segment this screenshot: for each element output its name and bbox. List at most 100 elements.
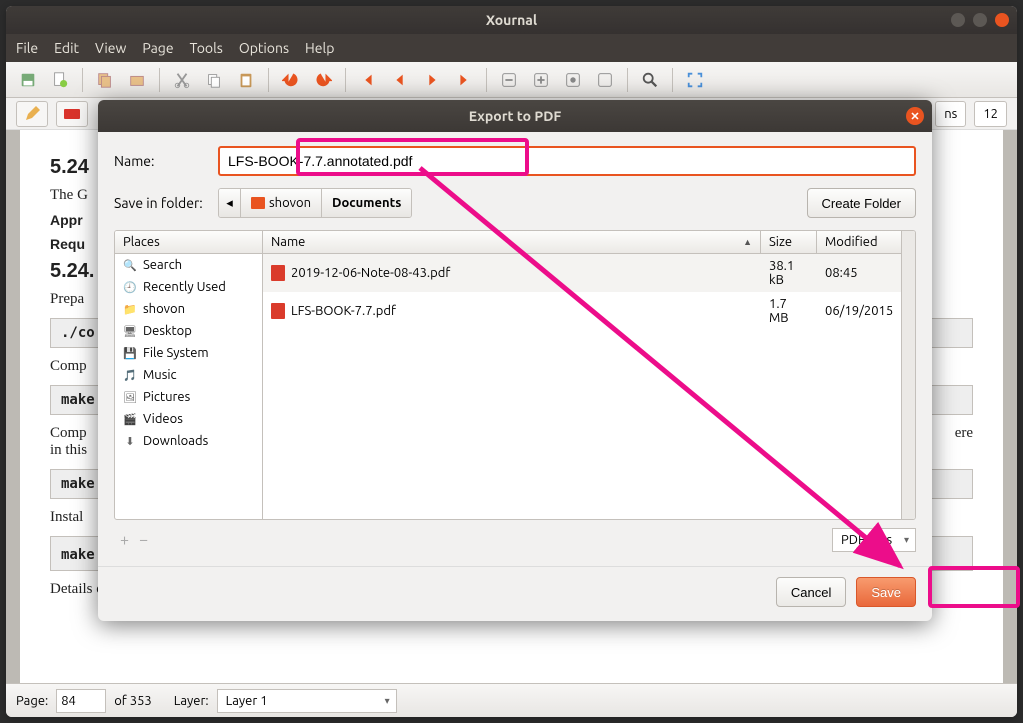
copy2-icon[interactable] xyxy=(200,66,228,94)
place-item[interactable]: 🔍 Search xyxy=(115,254,262,276)
statusbar: Page: 84 of 353 Layer: Layer 1 xyxy=(6,683,1017,717)
create-folder-button[interactable]: Create Folder xyxy=(807,188,916,218)
zoom-fit-icon[interactable] xyxy=(559,66,587,94)
first-page-icon[interactable] xyxy=(354,66,382,94)
dialog-actions: Cancel Save xyxy=(98,566,932,621)
page-spinbox[interactable]: 84 xyxy=(56,689,106,713)
file-browser: Places 🔍 Search 🕘Recently Used📁shovon 🖥 Desk… xyxy=(114,230,916,520)
pencil-tool-icon[interactable] xyxy=(16,101,48,127)
places-header: Places xyxy=(115,231,262,254)
folder-icon xyxy=(251,197,265,209)
place-item[interactable]: 🖼Pictures xyxy=(115,386,262,408)
menu-options[interactable]: Options xyxy=(239,40,289,56)
toolbar xyxy=(6,62,1017,98)
file-name: LFS-BOOK-7.7.pdf xyxy=(291,304,396,318)
save-icon[interactable] xyxy=(14,66,42,94)
pdf-file-icon xyxy=(271,303,285,319)
bookmark-controls: + − xyxy=(114,531,148,549)
pdf-file-icon xyxy=(271,265,285,281)
remove-bookmark-icon[interactable]: − xyxy=(139,531,148,549)
breadcrumb-user[interactable]: shovon xyxy=(241,189,322,217)
place-icon: 🎵 xyxy=(123,368,137,382)
place-item[interactable]: 🕘Recently Used xyxy=(115,276,262,298)
menu-tools[interactable]: Tools xyxy=(190,40,223,56)
file-modified: 08:45 xyxy=(817,257,901,289)
place-item[interactable]: 🎬Videos xyxy=(115,408,262,430)
file-row[interactable]: 2019-12-06-Note-08-43.pdf 38.1 kB08:45 xyxy=(263,254,901,292)
col-modified[interactable]: Modified xyxy=(817,231,901,253)
place-icon: 🖼 xyxy=(123,390,137,404)
sort-ascending-icon: ▲ xyxy=(743,237,752,247)
window-title: Xournal xyxy=(6,12,1017,28)
file-modified: 06/19/2015 xyxy=(817,295,901,327)
place-item[interactable]: 🖥 Desktop xyxy=(115,320,262,342)
place-label: File System xyxy=(143,346,209,360)
menu-page[interactable]: Page xyxy=(142,40,173,56)
breadcrumb-back-button[interactable]: ◂ xyxy=(219,189,241,217)
prev-page-icon[interactable] xyxy=(386,66,414,94)
menu-view[interactable]: View xyxy=(95,40,126,56)
file-size: 1.7 MB xyxy=(761,295,817,327)
copy-icon[interactable] xyxy=(91,66,119,94)
next-page-icon[interactable] xyxy=(418,66,446,94)
zoom-page-icon[interactable] xyxy=(591,66,619,94)
file-list-header: Name▲ Size Modified xyxy=(263,231,901,254)
file-type-filter[interactable]: PDF files xyxy=(832,528,916,552)
dialog-titlebar: Export to PDF ✕ xyxy=(98,100,932,132)
place-icon: 🖥 xyxy=(123,324,137,338)
last-page-icon[interactable] xyxy=(450,66,478,94)
page-chip-12: 12 xyxy=(974,101,1007,127)
menu-edit[interactable]: Edit xyxy=(54,40,79,56)
paste-icon[interactable] xyxy=(232,66,260,94)
name-label: Name: xyxy=(114,153,206,169)
minimize-button[interactable] xyxy=(951,13,965,27)
modal-overlay: Export to PDF ✕ Name: Save in folder: ◂ … xyxy=(0,0,1023,723)
save-button[interactable]: Save xyxy=(856,577,916,607)
place-icon: ⬇ xyxy=(123,434,137,448)
redo-icon[interactable] xyxy=(309,66,337,94)
place-icon: 🔍 xyxy=(123,258,137,272)
filename-input[interactable] xyxy=(218,146,916,176)
col-size[interactable]: Size xyxy=(761,231,817,253)
dialog-close-button[interactable]: ✕ xyxy=(906,107,924,125)
cut-icon[interactable] xyxy=(168,66,196,94)
zoom-out-icon[interactable] xyxy=(495,66,523,94)
menubar: File Edit View Page Tools Options Help xyxy=(6,34,1017,62)
menu-help[interactable]: Help xyxy=(305,40,334,56)
dialog-title: Export to PDF xyxy=(469,108,562,124)
close-button[interactable] xyxy=(995,13,1009,27)
cancel-button[interactable]: Cancel xyxy=(776,577,846,607)
fullscreen-icon[interactable] xyxy=(681,66,709,94)
menu-file[interactable]: File xyxy=(16,40,38,56)
zoom-in-icon[interactable] xyxy=(527,66,555,94)
layer-label: Layer: xyxy=(174,694,209,708)
layer-combo[interactable]: Layer 1 xyxy=(217,689,397,713)
place-label: Desktop xyxy=(143,324,192,338)
place-item[interactable]: 📁shovon xyxy=(115,298,262,320)
titlebar: Xournal xyxy=(6,6,1017,34)
place-icon: 🕘 xyxy=(123,280,137,294)
col-name[interactable]: Name▲ xyxy=(263,231,761,253)
new-page-icon[interactable] xyxy=(46,66,74,94)
place-label: Search xyxy=(143,258,182,272)
undo-icon[interactable] xyxy=(277,66,305,94)
file-size: 38.1 kB xyxy=(761,257,817,289)
place-item[interactable]: 💾 File System xyxy=(115,342,262,364)
file-name: 2019-12-06-Note-08-43.pdf xyxy=(291,266,450,280)
eraser-tool-icon[interactable] xyxy=(56,101,88,127)
add-bookmark-icon[interactable]: + xyxy=(120,531,129,549)
file-row[interactable]: LFS-BOOK-7.7.pdf 1.7 MB06/19/2015 xyxy=(263,292,901,330)
places-sidebar: Places 🔍 Search 🕘Recently Used📁shovon 🖥 Desk… xyxy=(115,231,263,519)
scrollbar[interactable] xyxy=(901,231,915,519)
open-icon[interactable] xyxy=(123,66,151,94)
breadcrumb-documents[interactable]: Documents xyxy=(322,189,411,217)
place-item[interactable]: 🎵Music xyxy=(115,364,262,386)
place-icon: 💾 xyxy=(123,346,137,360)
export-pdf-dialog: Export to PDF ✕ Name: Save in folder: ◂ … xyxy=(98,100,932,621)
window-controls xyxy=(951,13,1009,27)
place-label: Videos xyxy=(143,412,183,426)
place-item[interactable]: ⬇Downloads xyxy=(115,430,262,452)
place-label: shovon xyxy=(143,302,185,316)
maximize-button[interactable] xyxy=(973,13,987,27)
magnify-icon[interactable] xyxy=(636,66,664,94)
